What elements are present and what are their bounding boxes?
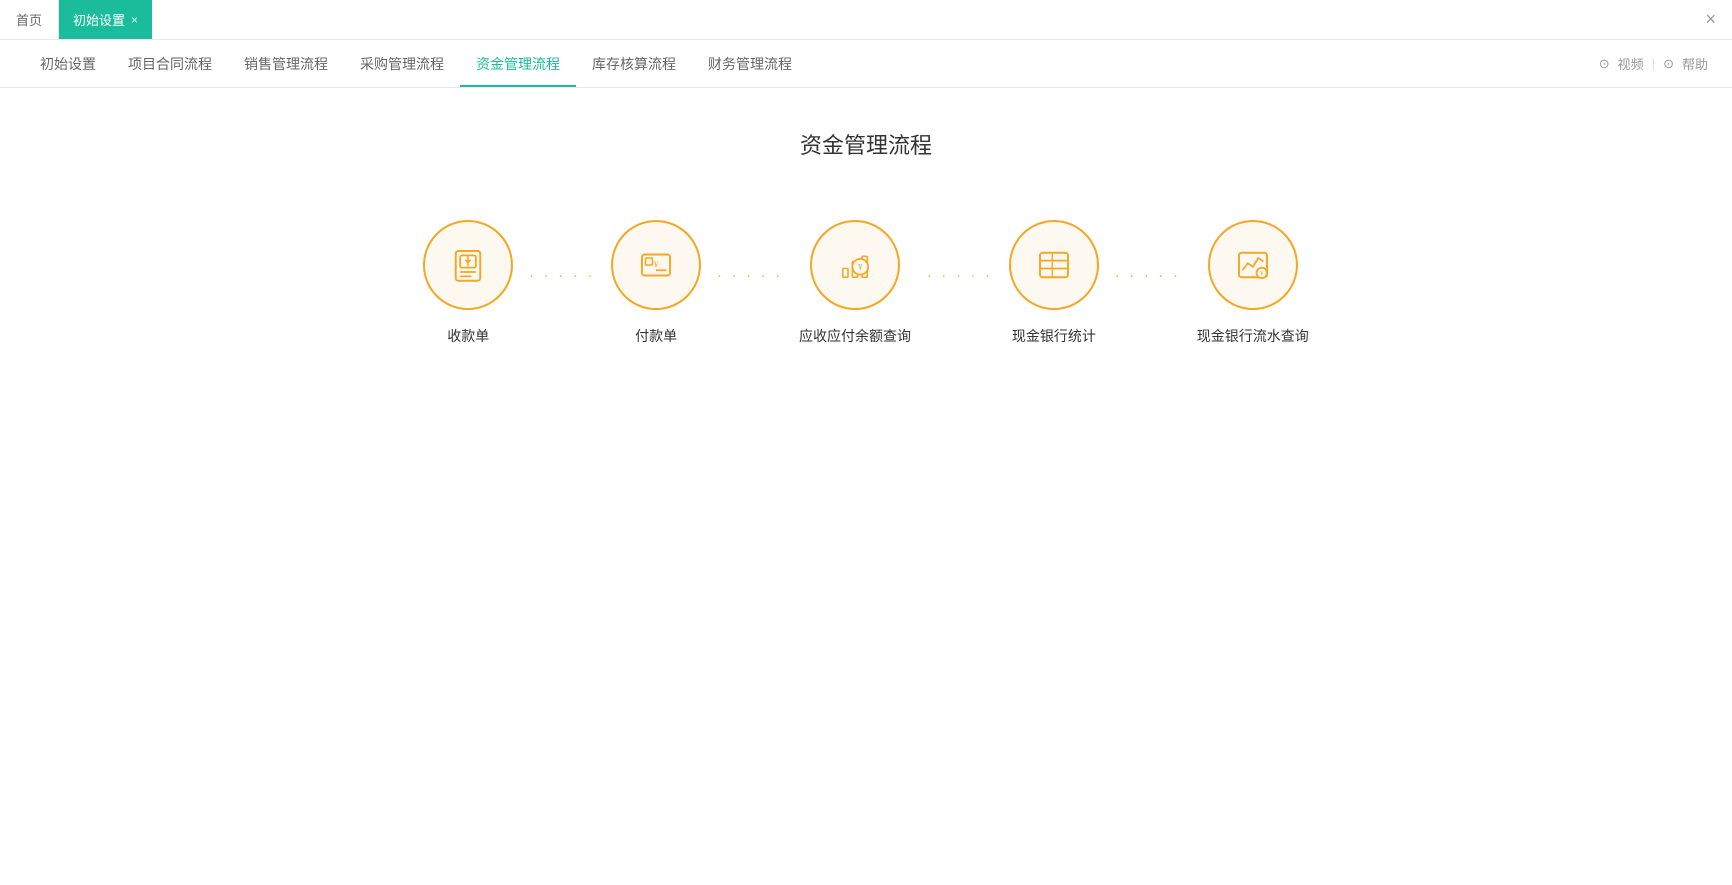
flow-circle-bank-stats — [1009, 220, 1099, 310]
page-title: 资金管理流程 — [0, 128, 1732, 160]
flow-label-payment: 付款单 — [635, 326, 677, 346]
flow-step-bank-stats[interactable]: 现金银行统计 — [1009, 220, 1099, 346]
flow-connector-3: · · · · · — [911, 267, 1009, 283]
balance-icon: ¥ — [834, 244, 876, 286]
active-tab-label: 初始设置 — [73, 10, 125, 29]
nav-item-inventory[interactable]: 库存核算流程 — [576, 40, 692, 87]
nav-label-project-contract: 项目合同流程 — [128, 54, 212, 74]
help-label[interactable]: 帮助 — [1682, 54, 1708, 73]
video-label[interactable]: 视频 — [1618, 54, 1644, 73]
svg-text:¥: ¥ — [654, 259, 659, 269]
flow-connector-1: · · · · · — [513, 267, 611, 283]
flow-label-ar-ap: 应收应付余额查询 — [799, 326, 911, 346]
nav-label-purchase-mgmt: 采购管理流程 — [360, 54, 444, 74]
top-bar: 首页 初始设置 × × — [0, 0, 1732, 40]
home-label: 首页 — [16, 10, 42, 29]
home-tab[interactable]: 首页 — [0, 0, 59, 39]
nav-label-initial-setup: 初始设置 — [40, 54, 96, 74]
nav-divider: | — [1652, 56, 1655, 71]
flow-container: ¥ 收款单 · · · · · ¥ 付款单 — [0, 220, 1732, 346]
flow-step-payment[interactable]: ¥ 付款单 — [611, 220, 701, 346]
bank-flow-icon: ¥ — [1232, 244, 1274, 286]
nav-bar: 初始设置 项目合同流程 销售管理流程 采购管理流程 资金管理流程 库存核算流程 … — [0, 40, 1732, 88]
main-content: 资金管理流程 ¥ 收款单 · · · · · — [0, 88, 1732, 885]
flow-circle-ar-ap: ¥ — [810, 220, 900, 310]
circle-help-icon: ⊙ — [1663, 56, 1674, 72]
flow-circle-payment: ¥ — [611, 220, 701, 310]
bank-stats-icon — [1033, 244, 1075, 286]
nav-item-finance-mgmt[interactable]: 财务管理流程 — [692, 40, 808, 87]
flow-label-bank-flow: 现金银行流水查询 — [1197, 326, 1309, 346]
top-bar-right: × — [1685, 9, 1732, 30]
flow-step-bank-flow[interactable]: ¥ 现金银行流水查询 — [1197, 220, 1309, 346]
payment-icon: ¥ — [635, 244, 677, 286]
receipt-icon: ¥ — [447, 244, 489, 286]
nav-label-capital-mgmt: 资金管理流程 — [476, 54, 560, 74]
flow-step-receipt[interactable]: ¥ 收款单 — [423, 220, 513, 346]
window-close-button[interactable]: × — [1705, 9, 1716, 30]
flow-circle-receipt: ¥ — [423, 220, 513, 310]
nav-label-sales-mgmt: 销售管理流程 — [244, 54, 328, 74]
active-tab[interactable]: 初始设置 × — [59, 0, 152, 39]
flow-label-bank-stats: 现金银行统计 — [1012, 326, 1096, 346]
nav-right: ⊙ 视频 | ⊙ 帮助 — [1599, 54, 1708, 73]
flow-connector-4: · · · · · — [1099, 267, 1197, 283]
flow-circle-bank-flow: ¥ — [1208, 220, 1298, 310]
flow-connector-2: · · · · · — [701, 267, 799, 283]
flow-label-receipt: 收款单 — [447, 326, 489, 346]
nav-item-capital-mgmt[interactable]: 资金管理流程 — [460, 40, 576, 87]
nav-item-project-contract[interactable]: 项目合同流程 — [112, 40, 228, 87]
nav-item-initial-setup[interactable]: 初始设置 — [24, 40, 112, 87]
nav-item-purchase-mgmt[interactable]: 采购管理流程 — [344, 40, 460, 87]
circle-play-icon: ⊙ — [1599, 56, 1610, 72]
nav-item-sales-mgmt[interactable]: 销售管理流程 — [228, 40, 344, 87]
nav-label-inventory: 库存核算流程 — [592, 54, 676, 74]
nav-label-finance-mgmt: 财务管理流程 — [708, 54, 792, 74]
svg-text:¥: ¥ — [858, 262, 863, 272]
tab-close-icon[interactable]: × — [131, 13, 138, 27]
flow-step-ar-ap[interactable]: ¥ 应收应付余额查询 — [799, 220, 911, 346]
